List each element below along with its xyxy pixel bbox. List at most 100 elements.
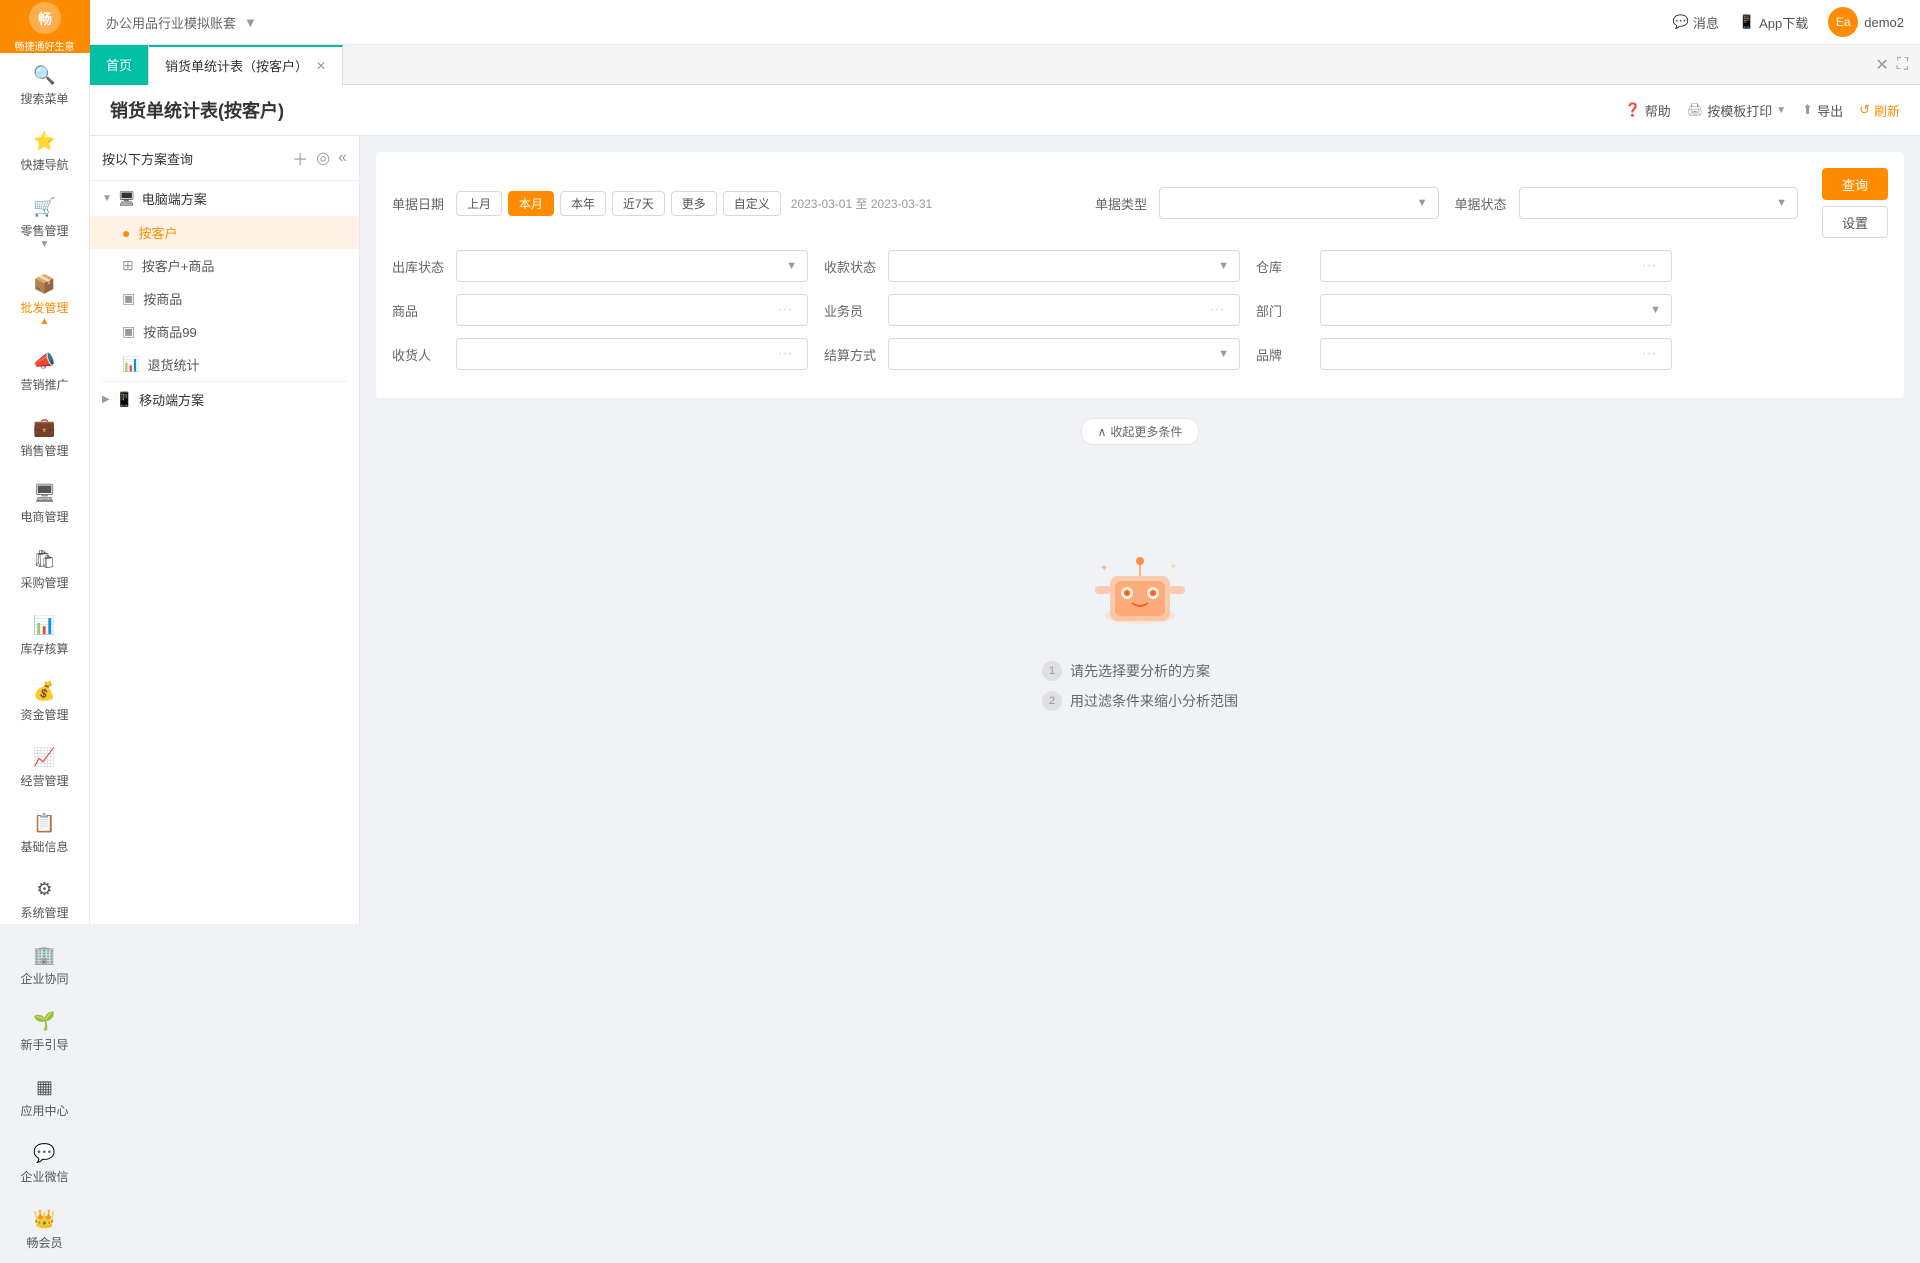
help-button[interactable]: ❓ 帮助 (1625, 101, 1671, 120)
settings-scheme-icon[interactable]: ◎ (316, 148, 330, 168)
sidebar-item-retail[interactable]: 🛒 零售管理 ▼ (0, 185, 90, 262)
tab-sales-stats[interactable]: 销货单统计表（按客户） ✕ (149, 45, 343, 85)
sidebar-item-quicknav[interactable]: ⭐ 快捷导航 (0, 119, 90, 185)
sidebar-item-purchase[interactable]: 🛍 采购管理 (0, 537, 90, 603)
retail-icon: 🛒 (33, 197, 55, 218)
scheme-group-pc-header[interactable]: ▼ 🖥 电脑端方案 (90, 181, 359, 216)
message-button[interactable]: 💬 消息 (1673, 13, 1719, 32)
scheme-item-by-customer-goods[interactable]: ⊞ 按客户+商品 (90, 249, 359, 282)
salesperson-select[interactable]: ··· (888, 294, 1240, 326)
by-customer-label: 按客户 (138, 223, 177, 242)
period-last-7days[interactable]: 近7天 (612, 191, 665, 216)
brand-select[interactable]: ··· (1320, 338, 1672, 370)
payment-status-select[interactable]: ▼ (888, 250, 1240, 282)
sidebar-item-operations[interactable]: 📈 经营管理 (0, 735, 90, 801)
brand-label: 品牌 (1256, 345, 1312, 364)
scheme-item-by-goods[interactable]: ▣ 按商品 (90, 282, 359, 315)
receiver-select[interactable]: ··· (456, 338, 808, 370)
pc-icon: 🖥 (118, 190, 136, 207)
finance-label: 资金管理 (20, 706, 68, 723)
sidebar-item-search[interactable]: 🔍 搜索菜单 (0, 53, 90, 119)
goods-ellipsis-icon[interactable]: ··· (773, 301, 797, 319)
print-button[interactable]: 🖨 按模板打印 ▼ (1687, 101, 1786, 120)
breadcrumb-arrow-icon: ▼ (244, 15, 257, 30)
scheme-panel: 按以下方案查询 ＋ ◎ « ▼ 🖥 电脑端方案 ● (90, 136, 360, 924)
tab-home[interactable]: 首页 (90, 45, 149, 85)
maximize-icon[interactable]: ⛶ (1897, 56, 1908, 74)
query-button[interactable]: 查询 (1822, 168, 1888, 200)
user-initials: Ea (1836, 15, 1851, 29)
brand-ellipsis-icon[interactable]: ··· (1637, 345, 1661, 363)
period-this-year[interactable]: 本年 (560, 191, 606, 216)
sidebar-item-apps[interactable]: ▦ 应用中心 (0, 1065, 90, 1131)
close-window-icon[interactable]: ✕ (1875, 55, 1888, 75)
goods-select[interactable]: ··· (456, 294, 808, 326)
sidebar-item-wholesale[interactable]: 📦 批发管理 ▲ (0, 262, 90, 339)
by-customer-goods-icon: ⊞ (122, 257, 134, 274)
department-select[interactable]: ▼ (1320, 294, 1672, 326)
refresh-button[interactable]: ↺ 刷新 (1859, 101, 1900, 120)
receiver-ellipsis-icon[interactable]: ··· (773, 345, 797, 363)
settlement-field: 结算方式 ▼ (824, 338, 1240, 370)
salesperson-field: 业务员 ··· (824, 294, 1240, 326)
sidebar-item-sales[interactable]: 💼 销售管理 (0, 405, 90, 471)
enterprise-icon: 🏢 (33, 945, 55, 966)
member-icon: 👑 (33, 1209, 55, 1230)
period-this-month[interactable]: 本月 (508, 191, 554, 216)
doc-type-select[interactable]: ▼ (1159, 187, 1439, 219)
out-status-label: 出库状态 (392, 257, 448, 276)
period-more[interactable]: 更多 (671, 191, 717, 216)
salesperson-ellipsis-icon[interactable]: ··· (1205, 301, 1229, 319)
warehouse-select[interactable]: ··· (1320, 250, 1672, 282)
sidebar-item-wechat[interactable]: 💬 企业微信 (0, 1131, 90, 1197)
scheme-item-return-stats[interactable]: 📊 退货统计 (90, 348, 359, 381)
settings-button[interactable]: 设置 (1822, 206, 1888, 238)
sidebar-item-member[interactable]: 👑 畅会员 (0, 1197, 90, 1263)
sidebar-item-basic[interactable]: 📋 基础信息 (0, 801, 90, 867)
inventory-icon: 📊 (33, 615, 55, 636)
out-status-select[interactable]: ▼ (456, 250, 808, 282)
export-button[interactable]: ⬆ 导出 (1802, 101, 1843, 120)
message-label: 消息 (1693, 13, 1719, 32)
svg-text:·: · (1155, 552, 1157, 558)
return-stats-icon: 📊 (122, 356, 139, 373)
doc-status-select[interactable]: ▼ (1519, 187, 1799, 219)
user-menu[interactable]: Ea demo2 (1828, 7, 1904, 37)
scheme-group-mobile-header[interactable]: ▶ 📱 移动端方案 (90, 382, 359, 417)
page-title: 销货单统计表(按客户) (110, 97, 284, 123)
collapse-scheme-icon[interactable]: « (338, 149, 347, 167)
sales-icon: 💼 (33, 417, 55, 438)
sidebar-item-marketing[interactable]: 📣 营销推广 (0, 339, 90, 405)
operations-label: 经营管理 (20, 772, 68, 789)
period-last-month[interactable]: 上月 (456, 191, 502, 216)
inner-content: 单据日期 上月 本月 本年 近7天 更多 自定义 2023-03-01 至 20… (360, 136, 1920, 924)
top-header: 办公用品行业模拟账套 ▼ 💬 消息 📱 App下载 Ea demo2 (90, 0, 1920, 45)
app-download-button[interactable]: 📱 App下载 (1739, 13, 1808, 32)
scheme-item-by-goods-99[interactable]: ▣ 按商品99 (90, 315, 359, 348)
collapse-button[interactable]: ∧ 收起更多条件 (1081, 418, 1200, 445)
empty-state: ✦ ✦ · 1 请先选择要分析的方案 2 (376, 461, 1904, 771)
period-custom[interactable]: 自定义 (723, 191, 781, 216)
department-label: 部门 (1256, 301, 1312, 320)
sidebar-item-finance[interactable]: 💰 资金管理 (0, 669, 90, 735)
breadcrumb: 办公用品行业模拟账套 (106, 13, 236, 32)
warehouse-ellipsis-icon[interactable]: ··· (1637, 257, 1661, 275)
sidebar-item-inventory[interactable]: 📊 库存核算 (0, 603, 90, 669)
sidebar-item-newbie[interactable]: 🌱 新手引导 (0, 999, 90, 1065)
logo-area[interactable]: 畅 畅捷通好生意 (0, 0, 90, 53)
doc-status-label: 单据状态 (1455, 194, 1511, 213)
settlement-select[interactable]: ▼ (888, 338, 1240, 370)
warehouse-label: 仓库 (1256, 257, 1312, 276)
add-scheme-icon[interactable]: ＋ (292, 146, 308, 170)
print-dropdown-icon: ▼ (1776, 105, 1786, 116)
by-goods-99-label: 按商品99 (143, 322, 196, 341)
scheme-item-by-customer[interactable]: ● 按客户 (90, 216, 359, 249)
doc-status-field: 单据状态 ▼ (1455, 187, 1799, 219)
sidebar-item-system[interactable]: ⚙ 系统管理 (0, 867, 90, 933)
sidebar-item-enterprise[interactable]: 🏢 企业协同 (0, 933, 90, 999)
collapse-label: 收起更多条件 (1110, 423, 1182, 440)
salesperson-label: 业务员 (824, 301, 880, 320)
svg-text:✦: ✦ (1100, 563, 1108, 574)
sidebar-item-ecommerce[interactable]: 🖥 电商管理 (0, 471, 90, 537)
close-tab-icon[interactable]: ✕ (316, 59, 326, 73)
